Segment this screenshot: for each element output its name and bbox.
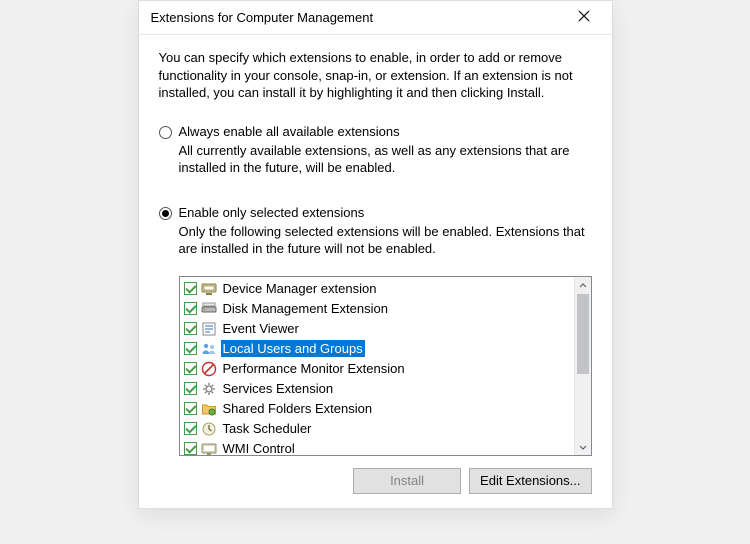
extension-label: Device Manager extension (221, 280, 379, 297)
radio-all-label: Always enable all available extensions (179, 124, 592, 141)
option-all-block: Always enable all available extensions A… (159, 124, 592, 177)
close-button[interactable] (564, 4, 604, 32)
disk-management-icon (201, 301, 217, 317)
event-viewer-icon (201, 321, 217, 337)
scroll-thumb[interactable] (577, 294, 589, 374)
dialog-buttons: Install Edit Extensions... (199, 468, 592, 494)
list-item[interactable]: Event Viewer (180, 319, 574, 339)
users-groups-icon (201, 341, 217, 357)
checkbox[interactable] (184, 382, 197, 395)
radio-all-icon (159, 126, 172, 139)
checkbox[interactable] (184, 402, 197, 415)
checkbox[interactable] (184, 442, 197, 455)
scroll-down-button[interactable] (575, 438, 591, 455)
radio-option-selected[interactable]: Enable only selected extensions Only the… (159, 205, 592, 258)
extension-label: Local Users and Groups (221, 340, 365, 357)
list-item[interactable]: Shared Folders Extension (180, 399, 574, 419)
scroll-track[interactable] (575, 294, 591, 438)
checkbox[interactable] (184, 342, 197, 355)
extensions-list-inner: Device Manager extension Disk Management … (180, 277, 574, 455)
install-button-label: Install (390, 473, 424, 488)
checkbox[interactable] (184, 422, 197, 435)
checkbox[interactable] (184, 302, 197, 315)
task-scheduler-icon (201, 421, 217, 437)
option-selected-block: Enable only selected extensions Only the… (159, 205, 592, 494)
radio-option-all[interactable]: Always enable all available extensions A… (159, 124, 592, 177)
list-item[interactable]: Task Scheduler (180, 419, 574, 439)
list-item[interactable]: Disk Management Extension (180, 299, 574, 319)
wmi-control-icon (201, 441, 217, 455)
extension-label: Disk Management Extension (221, 300, 390, 317)
radio-selected-label: Enable only selected extensions (179, 205, 592, 222)
chevron-up-icon (579, 278, 587, 293)
shared-folders-icon (201, 401, 217, 417)
install-button[interactable]: Install (353, 468, 461, 494)
extension-label: Task Scheduler (221, 420, 314, 437)
titlebar: Extensions for Computer Management (139, 1, 612, 35)
dialog-content: You can specify which extensions to enab… (139, 35, 612, 508)
list-item[interactable]: Services Extension (180, 379, 574, 399)
checkbox[interactable] (184, 362, 197, 375)
list-item[interactable]: WMI Control (180, 439, 574, 455)
scroll-up-button[interactable] (575, 277, 591, 294)
radio-all-desc: All currently available extensions, as w… (179, 142, 592, 177)
edit-extensions-button[interactable]: Edit Extensions... (469, 468, 591, 494)
extensions-list-wrap: Device Manager extension Disk Management … (179, 276, 592, 494)
edit-extensions-button-label: Edit Extensions... (480, 473, 580, 488)
extension-label: Services Extension (221, 380, 336, 397)
extension-label: Performance Monitor Extension (221, 360, 407, 377)
list-item[interactable]: Performance Monitor Extension (180, 359, 574, 379)
intro-text: You can specify which extensions to enab… (159, 49, 592, 102)
list-item[interactable]: Local Users and Groups (180, 339, 574, 359)
checkbox[interactable] (184, 322, 197, 335)
chevron-down-icon (579, 439, 587, 454)
radio-selected-icon (159, 207, 172, 220)
titlebar-title: Extensions for Computer Management (151, 10, 564, 25)
extensions-dialog: Extensions for Computer Management You c… (138, 0, 613, 509)
radio-selected-desc: Only the following selected extensions w… (179, 223, 592, 258)
device-manager-icon (201, 281, 217, 297)
extension-label: WMI Control (221, 440, 297, 455)
services-icon (201, 381, 217, 397)
scrollbar[interactable] (574, 277, 591, 455)
extensions-listbox[interactable]: Device Manager extension Disk Management … (179, 276, 592, 456)
performance-monitor-icon (201, 361, 217, 377)
close-icon (578, 10, 590, 25)
list-item[interactable]: Device Manager extension (180, 279, 574, 299)
extension-label: Event Viewer (221, 320, 301, 337)
extension-label: Shared Folders Extension (221, 400, 375, 417)
checkbox[interactable] (184, 282, 197, 295)
